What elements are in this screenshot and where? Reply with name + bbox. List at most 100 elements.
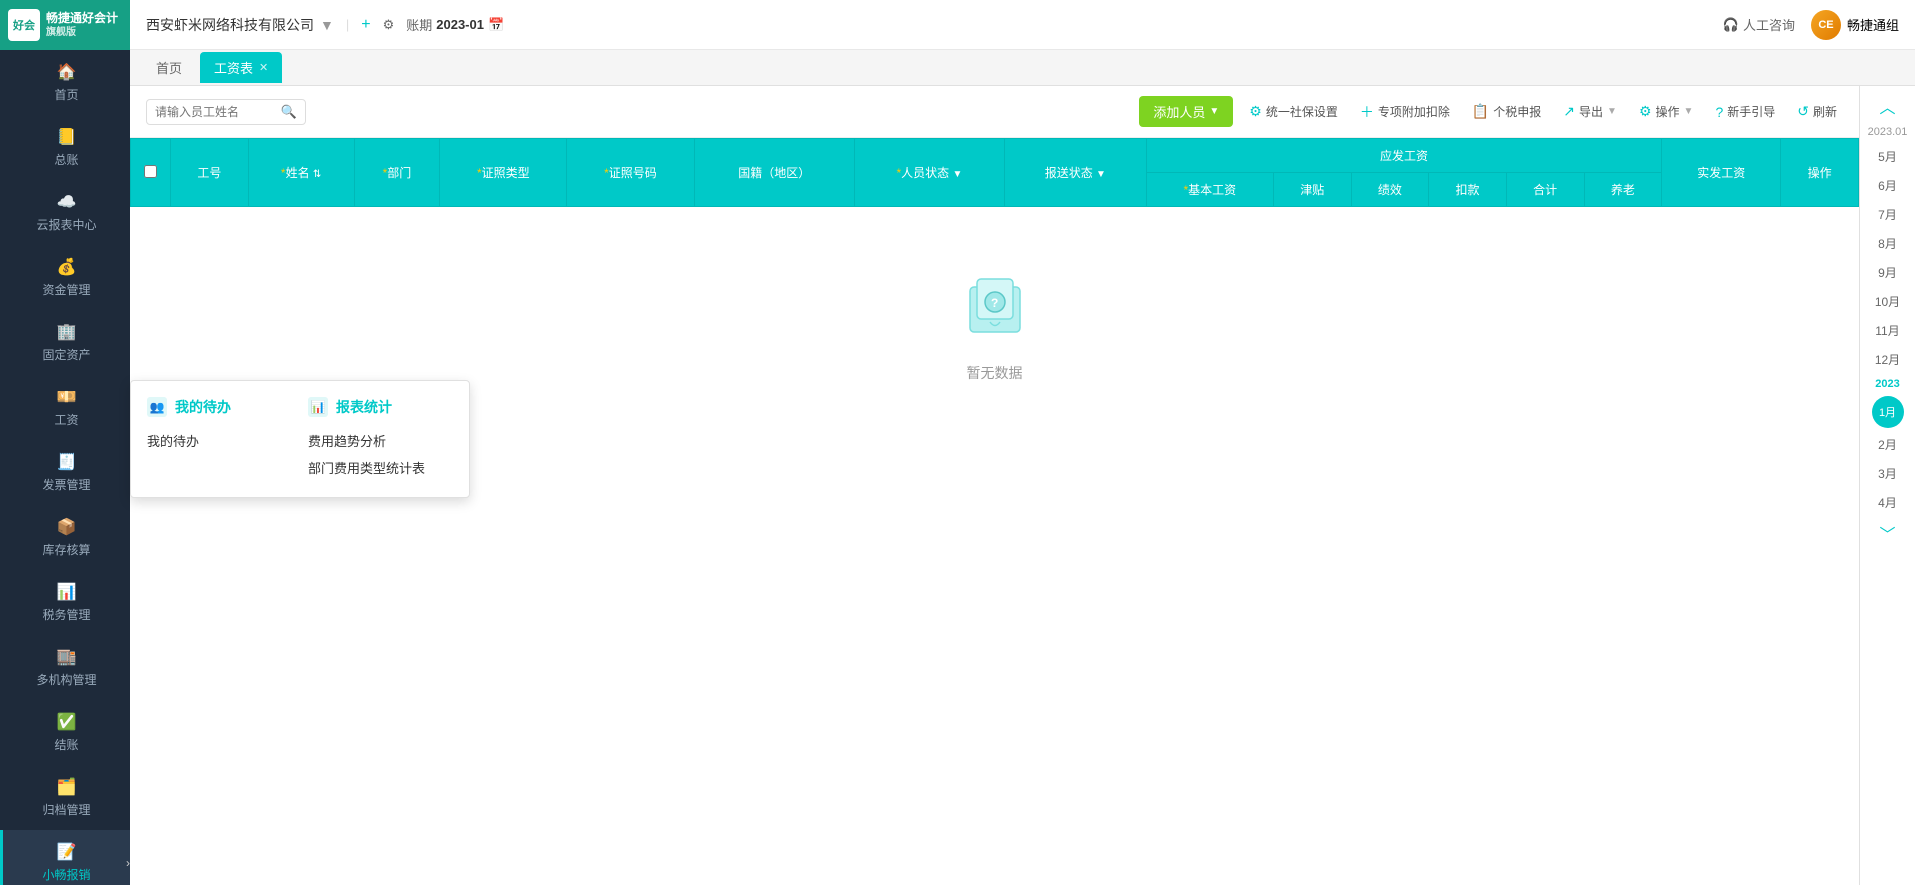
sidebar-item-salary[interactable]: 💴 工资 bbox=[0, 375, 130, 440]
col-nationality: 国籍（地区） bbox=[694, 139, 854, 207]
col-name: *姓名 ⇅ bbox=[248, 139, 354, 207]
export-icon: ↗ bbox=[1563, 103, 1575, 120]
col-employee-id: 工号 bbox=[171, 139, 249, 207]
tax-icon: 📊 bbox=[57, 582, 77, 602]
add-person-button[interactable]: 添加人员 ▼ bbox=[1139, 96, 1233, 127]
col-status: *人员状态 ▼ bbox=[854, 139, 1004, 207]
app-logo: 好会 畅捷通好会计 旗舰版 bbox=[0, 0, 130, 50]
popup-reports-icon: 📊 bbox=[308, 397, 328, 417]
company-name: 西安虾米网络科技有限公司 bbox=[146, 15, 314, 35]
tab-close-icon[interactable]: ✕ bbox=[259, 61, 268, 74]
tax-declaration-action[interactable]: 📋 个税申报 bbox=[1466, 99, 1547, 124]
sidebar-item-fixed-assets[interactable]: 🏢 固定资产 bbox=[0, 310, 130, 375]
sidebar-item-report-center[interactable]: ☁️ 云报表中心 bbox=[0, 180, 130, 245]
user-menu[interactable]: CE 畅捷通组 bbox=[1811, 10, 1899, 40]
popup-todo-icon: 👥 bbox=[147, 397, 167, 417]
guide-action[interactable]: ? 新手引导 bbox=[1709, 99, 1781, 124]
sidebar-item-invoice[interactable]: 🧾 发票管理 bbox=[0, 440, 130, 505]
op-icon: ⚙ bbox=[1639, 103, 1652, 120]
search-input[interactable] bbox=[155, 105, 275, 119]
salary-icon: 💴 bbox=[57, 387, 77, 407]
month-item-5[interactable]: 5月 bbox=[1860, 142, 1915, 171]
expense-icon: 📝 bbox=[57, 842, 77, 862]
col-net-salary: 实发工资 bbox=[1662, 139, 1781, 207]
month-nav-up[interactable]: ︿ bbox=[1875, 90, 1899, 122]
search-icon: 🔍 bbox=[281, 104, 297, 120]
headset-icon: 🎧 bbox=[1723, 17, 1739, 33]
sidebar-item-multi-org[interactable]: 🏬 多机构管理 bbox=[0, 635, 130, 700]
multi-org-icon: 🏬 bbox=[57, 647, 77, 667]
dropdown-arrow-icon: ▼ bbox=[320, 17, 334, 33]
month-item-12[interactable]: 12月 bbox=[1860, 345, 1915, 374]
filter-icon[interactable]: ▼ bbox=[952, 169, 962, 180]
svg-text:?: ? bbox=[991, 296, 998, 310]
sidebar-item-funds[interactable]: 💰 资金管理 bbox=[0, 245, 130, 310]
select-all-header[interactable] bbox=[131, 139, 171, 207]
special-deduction-action[interactable]: ＋ 专项附加扣除 bbox=[1354, 98, 1456, 126]
refresh-icon: ↺ bbox=[1797, 103, 1809, 120]
toolbar: 🔍 添加人员 ▼ ⚙ 统一社保设置 ＋ 专项附加扣除 bbox=[130, 86, 1859, 138]
add-person-dropdown-icon: ▼ bbox=[1209, 106, 1219, 117]
closing-icon: ✅ bbox=[57, 712, 77, 732]
month-item-3[interactable]: 3月 bbox=[1860, 459, 1915, 488]
company-selector[interactable]: 西安虾米网络科技有限公司 ▼ bbox=[146, 15, 334, 35]
support-button[interactable]: 🎧 人工咨询 bbox=[1723, 15, 1795, 34]
calendar-icon: 📅 bbox=[488, 17, 504, 33]
month-item-6[interactable]: 6月 bbox=[1860, 171, 1915, 200]
sidebar-item-expense[interactable]: 📝 小畅报销 › bbox=[0, 830, 130, 885]
funds-icon: 💰 bbox=[57, 257, 77, 277]
sidebar-item-tax[interactable]: 📊 税务管理 bbox=[0, 570, 130, 635]
logo-icon: 好会 bbox=[8, 9, 40, 41]
current-year-label: 2023 bbox=[1871, 374, 1903, 394]
salary-table-container: 工号 *姓名 ⇅ *部门 *证照类型 *证照号码 国籍（地区） *人员状态 bbox=[130, 138, 1859, 885]
sidebar-item-ledger[interactable]: 📒 总账 bbox=[0, 115, 130, 180]
popup-item-cost-trend[interactable]: 费用趋势分析 bbox=[308, 427, 453, 454]
select-all-checkbox[interactable] bbox=[144, 165, 157, 178]
month-item-10[interactable]: 10月 bbox=[1860, 287, 1915, 316]
insurance-icon: ⚙ bbox=[1249, 103, 1262, 120]
user-name: 畅捷通组 bbox=[1847, 15, 1899, 34]
month-panel: ︿ 2023.01 5月 6月 7月 8月 9月 10月 11月 12月 202… bbox=[1859, 86, 1915, 885]
month-item-7[interactable]: 7月 bbox=[1860, 200, 1915, 229]
col-gross-salary-group: 应发工资 bbox=[1146, 139, 1661, 173]
operation-action[interactable]: ⚙ 操作 ▼ bbox=[1633, 99, 1699, 124]
toolbar-actions: 添加人员 ▼ ⚙ 统一社保设置 ＋ 专项附加扣除 📋 个税申报 bbox=[1139, 96, 1843, 127]
period-selector[interactable]: 账期 2023-01 📅 bbox=[406, 15, 504, 34]
guide-action-icon: ? bbox=[1715, 104, 1723, 120]
filter-icon2[interactable]: ▼ bbox=[1096, 169, 1106, 180]
sidebar-item-inventory[interactable]: 📦 库存核算 bbox=[0, 505, 130, 570]
sidebar-item-closing[interactable]: ✅ 结账 bbox=[0, 700, 130, 765]
month-item-4[interactable]: 4月 bbox=[1860, 488, 1915, 517]
refresh-action[interactable]: ↺ 刷新 bbox=[1791, 99, 1843, 124]
social-insurance-action[interactable]: ⚙ 统一社保设置 bbox=[1243, 99, 1344, 124]
col-pension: 养老 bbox=[1584, 173, 1662, 207]
sidebar-item-archive[interactable]: 🗂️ 归档管理 bbox=[0, 765, 130, 830]
add-company-icon[interactable]: + bbox=[361, 16, 370, 34]
sort-icon[interactable]: ⇅ bbox=[313, 169, 321, 180]
popup-reports-title: 📊 报表统计 bbox=[308, 397, 453, 417]
col-performance: 绩效 bbox=[1351, 173, 1429, 207]
sidebar-item-home[interactable]: 🏠 首页 bbox=[0, 50, 130, 115]
cloud-icon: ☁️ bbox=[57, 192, 77, 212]
popup-item-my-todo[interactable]: 我的待办 bbox=[147, 427, 292, 454]
month-item-11[interactable]: 11月 bbox=[1860, 316, 1915, 345]
invoice-icon: 🧾 bbox=[57, 452, 77, 472]
tab-salary-table[interactable]: 工资表 ✕ bbox=[200, 52, 282, 83]
col-id-type: *证照类型 bbox=[440, 139, 567, 207]
topbar: 西安虾米网络科技有限公司 ▼ | + ⚙ 账期 2023-01 📅 🎧 人工咨询… bbox=[130, 0, 1915, 50]
month-item-9[interactable]: 9月 bbox=[1860, 258, 1915, 287]
tab-home[interactable]: 首页 bbox=[142, 52, 196, 83]
expense-popup-menu: 👥 我的待办 我的待办 📊 报表统计 费用趋势分析 部门费用类型统计表 bbox=[130, 380, 470, 498]
popup-item-dept-cost[interactable]: 部门费用类型统计表 bbox=[308, 454, 453, 481]
inventory-icon: 📦 bbox=[57, 517, 77, 537]
month-item-8[interactable]: 8月 bbox=[1860, 229, 1915, 258]
tax-dec-icon: 📋 bbox=[1472, 103, 1489, 120]
month-nav-down[interactable]: ﹀ bbox=[1875, 517, 1899, 549]
logo-text: 畅捷通好会计 旗舰版 bbox=[46, 11, 118, 40]
settings-icon[interactable]: ⚙ bbox=[383, 17, 395, 33]
export-action[interactable]: ↗ 导出 ▼ bbox=[1557, 99, 1623, 124]
search-box[interactable]: 🔍 bbox=[146, 99, 306, 125]
month-item-2[interactable]: 2月 bbox=[1860, 430, 1915, 459]
month-item-1-active[interactable]: 1月 bbox=[1872, 396, 1904, 428]
col-deduction: 扣款 bbox=[1429, 173, 1507, 207]
